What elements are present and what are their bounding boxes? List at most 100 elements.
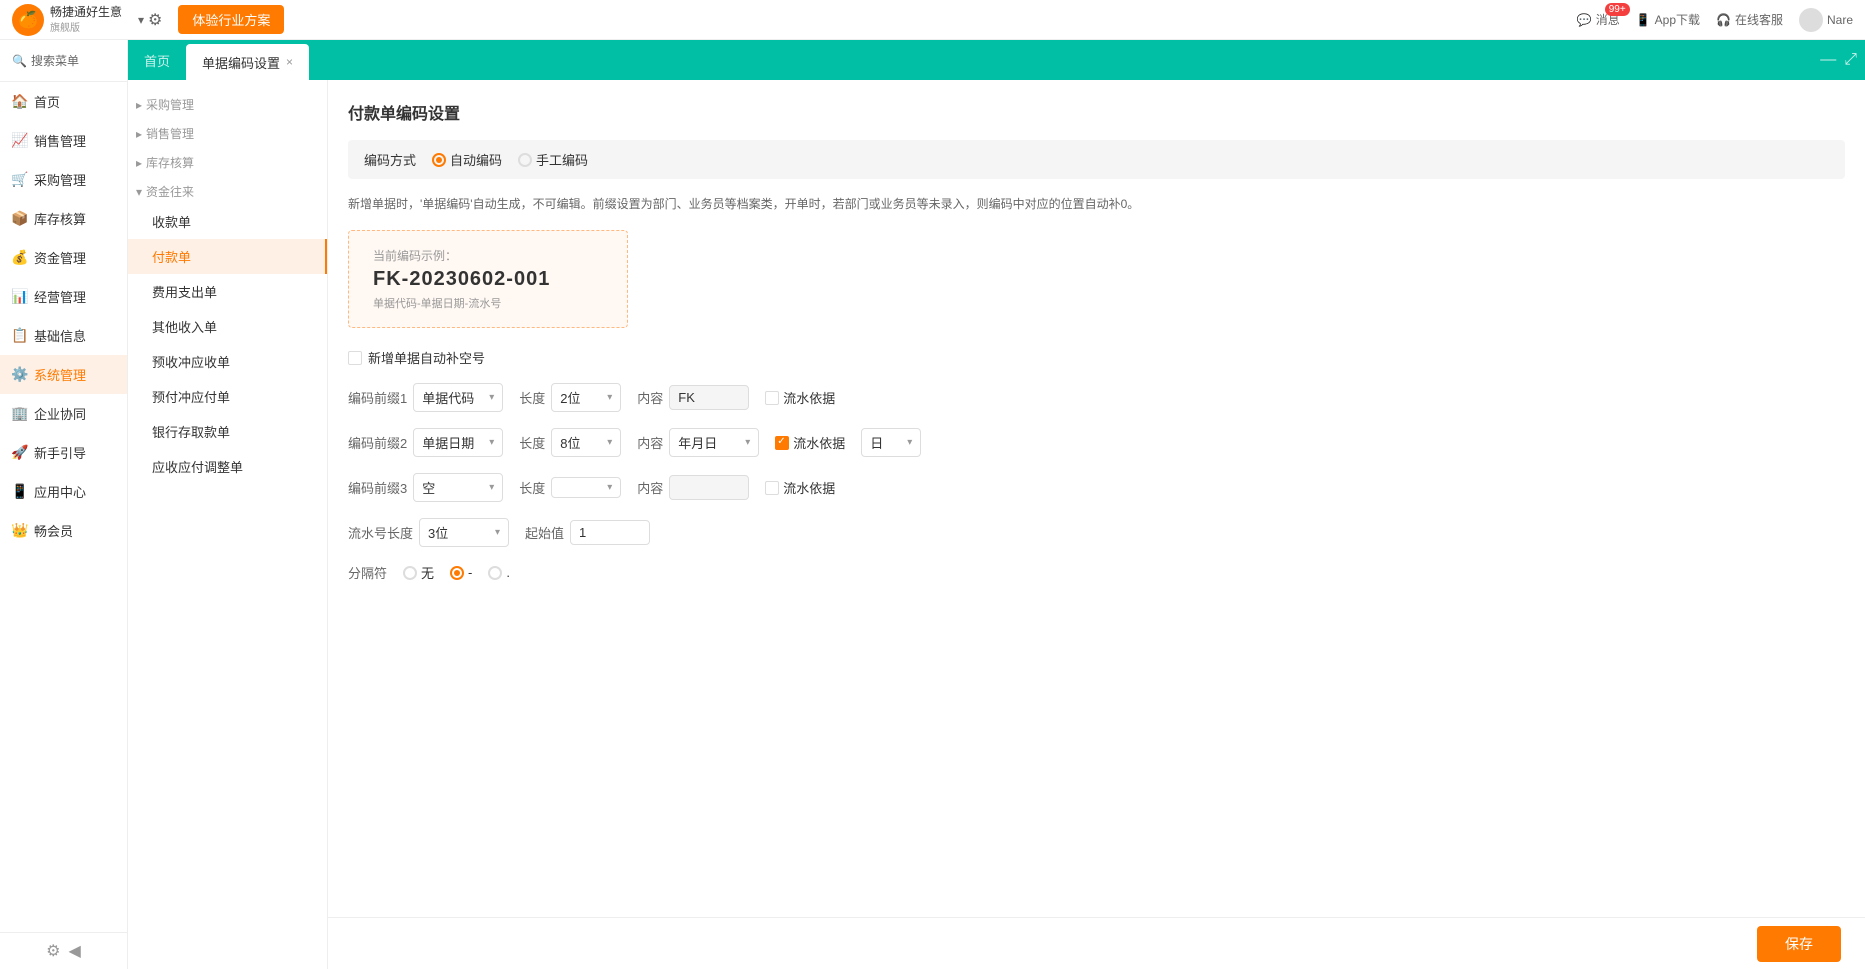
- sep-dash-option[interactable]: -: [450, 565, 472, 580]
- prefix1-select[interactable]: 单据代码 ▾: [413, 383, 503, 412]
- serial-length-select[interactable]: 3位 ▾: [419, 518, 509, 547]
- tab-close-btn[interactable]: ×: [286, 55, 293, 69]
- sub-nav-group-capital-label: 资金往来: [146, 183, 194, 200]
- sidebar-item-sales[interactable]: 📈 销售管理: [0, 121, 127, 160]
- sidebar-item-operations[interactable]: 📊 经营管理: [0, 277, 127, 316]
- page-layout: 采购管理 销售管理 库存核算 资金往来 收款单 付款单 费用支出: [128, 80, 1865, 969]
- prefix3-arrow: ▾: [489, 482, 494, 493]
- search-menu-btn[interactable]: 🔍 搜索菜单: [8, 48, 119, 73]
- tab-minimize-btn[interactable]: —: [1820, 51, 1836, 69]
- sub-nav-group-sales-label: 销售管理: [146, 125, 194, 142]
- waterflow2-period-select[interactable]: 日 ▾: [861, 428, 921, 457]
- sidebar-bottom: ⚙ ◀: [0, 932, 127, 969]
- top-bar-left: 🍊 畅捷通好生意 旗舰版 ▾ ⚙ 体验行业方案: [12, 4, 284, 36]
- sep-dot-option[interactable]: .: [488, 565, 510, 580]
- start-value-input[interactable]: [570, 520, 650, 545]
- sidebar-item-guide[interactable]: 🚀 新手引导: [0, 433, 127, 472]
- message-badge: 99+: [1605, 3, 1630, 16]
- sep-none-label: 无: [421, 563, 434, 582]
- sep-dot-label: .: [506, 565, 510, 580]
- main-section: 付款单编码设置 编码方式 自动编码 手工编码: [328, 80, 1865, 969]
- content3-input[interactable]: [669, 475, 749, 500]
- sub-nav-item-receipt[interactable]: 收款单: [128, 204, 327, 239]
- radio-manual[interactable]: 手工编码: [518, 150, 588, 169]
- sep-none-dot: [403, 566, 417, 580]
- sep-none-option[interactable]: 无: [403, 563, 434, 582]
- top-bar-nav: ▾ ⚙: [130, 6, 170, 34]
- sub-nav-group-purchase[interactable]: 采购管理: [128, 88, 327, 117]
- main-layout: 🔍 搜索菜单 🏠 首页 📈 销售管理 🛒 采购管理 📦 库存核算 💰: [0, 40, 1865, 969]
- prefix3-value: 空: [422, 478, 435, 497]
- sub-nav-group-purchase-label: 采购管理: [146, 96, 194, 113]
- serial-length-label: 流水号长度: [348, 523, 413, 542]
- waterflow2-label: 流水依据: [793, 433, 845, 452]
- sub-nav-group-capital[interactable]: 资金往来: [128, 175, 327, 204]
- waterflow1-box: [765, 391, 779, 405]
- length2-value: 8位: [560, 433, 580, 452]
- member-icon: 👑: [12, 523, 28, 539]
- industry-btn[interactable]: 体验行业方案: [178, 5, 284, 34]
- tab-encoding-settings[interactable]: 单据编码设置 ×: [186, 44, 309, 80]
- sidebar-item-finance[interactable]: 💰 资金管理: [0, 238, 127, 277]
- content1-label: 内容: [637, 388, 663, 407]
- content2-arrow: ▾: [745, 437, 750, 448]
- sidebar-item-system[interactable]: ⚙️ 系统管理: [0, 355, 127, 394]
- sub-nav-item-expense[interactable]: 费用支出单: [128, 274, 327, 309]
- app-download-btn[interactable]: 📱 App下载: [1636, 11, 1700, 28]
- waterflow1-checkbox[interactable]: 流水依据: [765, 388, 835, 407]
- length1-select[interactable]: 2位 ▾: [551, 383, 621, 412]
- prefix1-value: 单据代码: [422, 388, 474, 407]
- basic-icon: 📋: [12, 328, 28, 344]
- radio-auto[interactable]: 自动编码: [432, 150, 502, 169]
- sub-nav-label-other-income: 其他收入单: [152, 317, 217, 336]
- collapse-icon[interactable]: ◀: [69, 941, 81, 961]
- length3-select[interactable]: ▾: [551, 477, 621, 498]
- system-icon: ⚙️: [12, 367, 28, 383]
- length2-select[interactable]: 8位 ▾: [551, 428, 621, 457]
- user-info[interactable]: Nare: [1799, 8, 1853, 32]
- content2-select[interactable]: 年月日 ▾: [669, 428, 759, 457]
- sub-nav-item-other-income[interactable]: 其他收入单: [128, 309, 327, 344]
- guide-icon: 🚀: [12, 445, 28, 461]
- content1-input[interactable]: [669, 385, 749, 410]
- sidebar-item-member[interactable]: 👑 畅会员: [0, 511, 127, 550]
- nav-dropdown[interactable]: ▾ ⚙: [130, 6, 170, 34]
- waterflow3-checkbox[interactable]: 流水依据: [765, 478, 835, 497]
- sidebar-item-home[interactable]: 🏠 首页: [0, 82, 127, 121]
- content2-field: 内容 年月日 ▾: [637, 428, 759, 457]
- sidebar: 🔍 搜索菜单 🏠 首页 📈 销售管理 🛒 采购管理 📦 库存核算 💰: [0, 40, 128, 969]
- sidebar-item-enterprise[interactable]: 🏢 企业协同: [0, 394, 127, 433]
- length3-label: 长度: [519, 478, 545, 497]
- online-service-btn[interactable]: 🎧 在线客服: [1716, 11, 1783, 28]
- sidebar-menu: 🏠 首页 📈 销售管理 🛒 采购管理 📦 库存核算 💰 资金管理 📊 经: [0, 82, 127, 932]
- sidebar-item-basic[interactable]: 📋 基础信息: [0, 316, 127, 355]
- sidebar-item-inventory[interactable]: 📦 库存核算: [0, 199, 127, 238]
- hint-text: 新增单据时，'单据编码'自动生成，不可编辑。前缀设置为部门、业务员等档案类，开单…: [348, 195, 1845, 214]
- sub-nav-item-bank[interactable]: 银行存取款单: [128, 414, 327, 449]
- sub-nav-item-ar-ap-adjust[interactable]: 应收应付调整单: [128, 449, 327, 484]
- prefix3-select[interactable]: 空 ▾: [413, 473, 503, 502]
- sub-nav-group-sales[interactable]: 销售管理: [128, 117, 327, 146]
- sidebar-item-apps[interactable]: 📱 应用中心: [0, 472, 127, 511]
- sales-icon: 📈: [12, 133, 28, 149]
- prefix2-arrow: ▾: [489, 437, 494, 448]
- sub-nav-item-prepay-recv[interactable]: 预收冲应收单: [128, 344, 327, 379]
- prefix2-select[interactable]: 单据日期 ▾: [413, 428, 503, 457]
- sidebar-item-purchase[interactable]: 🛒 采购管理: [0, 160, 127, 199]
- sub-nav-item-prepay-pay[interactable]: 预付冲应付单: [128, 379, 327, 414]
- brand-logo: 🍊: [12, 4, 44, 36]
- encoding-method-row: 编码方式 自动编码 手工编码: [348, 140, 1845, 179]
- sub-nav-group-inventory[interactable]: 库存核算: [128, 146, 327, 175]
- sidebar-label-sales: 销售管理: [34, 131, 86, 150]
- prefix2-value: 单据日期: [422, 433, 474, 452]
- waterflow2-checkbox[interactable]: 流水依据: [775, 433, 845, 452]
- start-value-label: 起始值: [525, 523, 564, 542]
- sub-nav-item-payment[interactable]: 付款单: [128, 239, 327, 274]
- gear-icon[interactable]: ⚙: [148, 10, 162, 30]
- save-button[interactable]: 保存: [1757, 926, 1841, 962]
- auto-fill-checkbox[interactable]: [348, 351, 362, 365]
- tab-home[interactable]: 首页: [128, 40, 186, 80]
- settings-icon[interactable]: ⚙: [46, 941, 60, 961]
- tab-expand-btn[interactable]: ⤢: [1844, 51, 1857, 69]
- message-btn[interactable]: 💬 消息 99+: [1577, 11, 1620, 28]
